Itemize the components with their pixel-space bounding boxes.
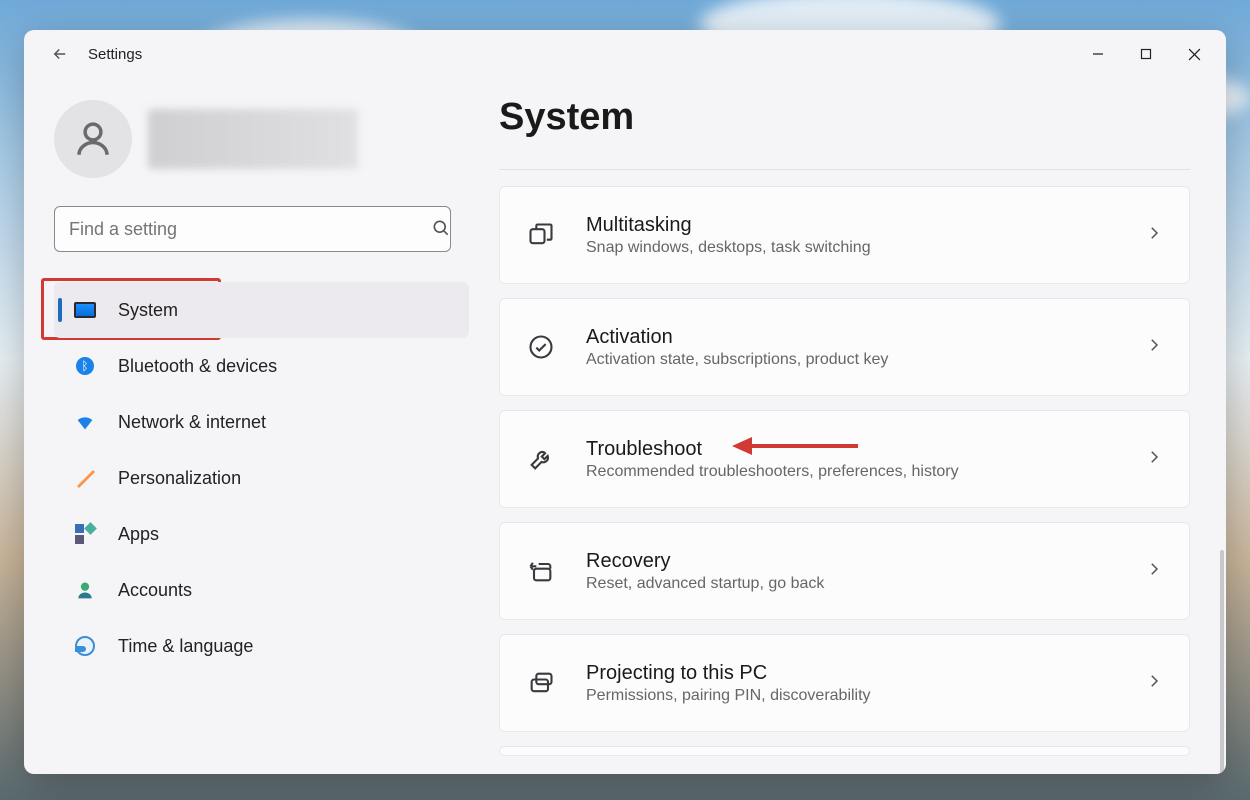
titlebar: Settings — [24, 30, 1226, 78]
arrow-left-icon — [51, 45, 69, 63]
bluetooth-icon: ᛒ — [74, 355, 96, 377]
close-button[interactable] — [1170, 36, 1218, 72]
nav-item-network[interactable]: Network & internet — [54, 394, 469, 450]
nav-label: Apps — [118, 524, 159, 545]
accounts-icon — [74, 579, 96, 601]
nav-item-bluetooth[interactable]: ᛒ Bluetooth & devices — [54, 338, 469, 394]
card-subtitle: Activation state, subscriptions, product… — [586, 351, 1145, 369]
maximize-icon — [1140, 48, 1152, 60]
nav-item-time-language[interactable]: Time & language — [54, 618, 469, 674]
app-title: Settings — [88, 46, 142, 63]
multitasking-icon — [526, 220, 556, 250]
sidebar: System ᛒ Bluetooth & devices Network & i… — [24, 78, 489, 774]
card-subtitle: Snap windows, desktops, task switching — [586, 239, 1145, 257]
chevron-right-icon — [1145, 224, 1163, 247]
nav-item-system[interactable]: System — [54, 282, 469, 338]
profile-section[interactable] — [54, 100, 469, 178]
checkmark-circle-icon — [526, 332, 556, 362]
search-input[interactable] — [54, 206, 451, 252]
card-subtitle: Reset, advanced startup, go back — [586, 575, 1145, 593]
chevron-right-icon — [1145, 336, 1163, 359]
minimize-button[interactable] — [1074, 36, 1122, 72]
brush-icon — [74, 467, 96, 489]
system-icon — [74, 299, 96, 321]
wifi-icon — [74, 411, 96, 433]
card-title: Recovery — [586, 550, 1145, 573]
recovery-icon — [526, 556, 556, 586]
page-title: System — [499, 96, 1190, 139]
profile-name-redacted — [148, 109, 358, 169]
card-projecting[interactable]: Projecting to this PC Permissions, pairi… — [499, 634, 1190, 732]
nav-item-apps[interactable]: Apps — [54, 506, 469, 562]
card-title: Multitasking — [586, 214, 1145, 237]
minimize-icon — [1092, 48, 1104, 60]
search-icon — [431, 218, 451, 243]
nav-label: Network & internet — [118, 412, 266, 433]
settings-window: Settings — [24, 30, 1226, 774]
nav-item-accounts[interactable]: Accounts — [54, 562, 469, 618]
card-multitasking[interactable]: Multitasking Snap windows, desktops, tas… — [499, 186, 1190, 284]
back-button[interactable] — [44, 38, 76, 70]
search-container — [54, 206, 469, 252]
chevron-right-icon — [1145, 560, 1163, 583]
projecting-icon — [526, 668, 556, 698]
chevron-right-icon — [1145, 672, 1163, 695]
apps-icon — [74, 523, 96, 545]
card-recovery[interactable]: Recovery Reset, advanced startup, go bac… — [499, 522, 1190, 620]
nav-label: Accounts — [118, 580, 192, 601]
content-area: System Multitasking Snap windows, deskto… — [489, 78, 1226, 774]
person-icon — [72, 118, 114, 160]
close-icon — [1188, 48, 1201, 61]
nav-label: System — [118, 300, 178, 321]
chevron-right-icon — [1145, 448, 1163, 471]
card-subtitle: Permissions, pairing PIN, discoverabilit… — [586, 687, 1145, 705]
card-title: Activation — [586, 326, 1145, 349]
nav-label: Time & language — [118, 636, 253, 657]
card-title: Troubleshoot — [586, 438, 1145, 461]
nav-label: Personalization — [118, 468, 241, 489]
card-title: Projecting to this PC — [586, 662, 1145, 685]
card-activation[interactable]: Activation Activation state, subscriptio… — [499, 298, 1190, 396]
settings-card-list: Multitasking Snap windows, desktops, tas… — [499, 186, 1190, 756]
scrollbar-thumb[interactable] — [1220, 550, 1224, 774]
avatar — [54, 100, 132, 178]
nav-item-personalization[interactable]: Personalization — [54, 450, 469, 506]
nav-label: Bluetooth & devices — [118, 356, 277, 377]
card-subtitle: Recommended troubleshooters, preferences… — [586, 463, 1145, 481]
card-partial-next[interactable] — [499, 746, 1190, 756]
clock-globe-icon — [74, 635, 96, 657]
maximize-button[interactable] — [1122, 36, 1170, 72]
card-troubleshoot[interactable]: Troubleshoot Recommended troubleshooters… — [499, 410, 1190, 508]
wrench-icon — [526, 444, 556, 474]
divider — [499, 169, 1190, 170]
nav-list: System ᛒ Bluetooth & devices Network & i… — [54, 282, 469, 674]
window-controls — [1074, 36, 1218, 72]
